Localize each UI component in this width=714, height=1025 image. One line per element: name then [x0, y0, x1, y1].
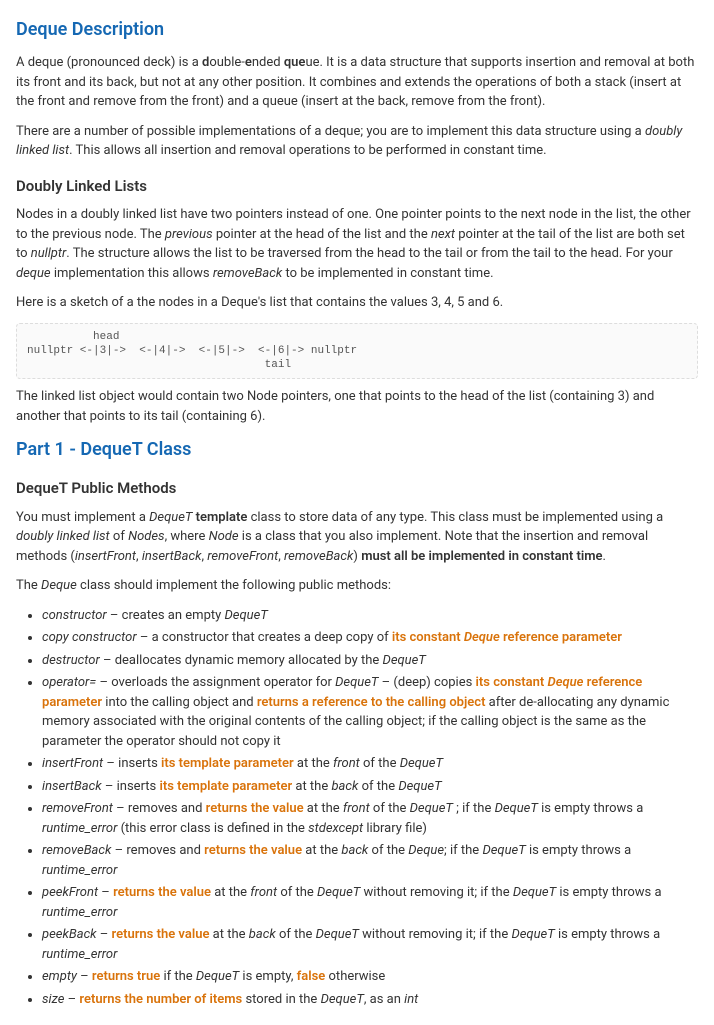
- list-item-peek-back: peekBack – returns the value at the back…: [42, 925, 698, 964]
- list-item-insert-back: insertBack – inserts its template parame…: [42, 777, 698, 797]
- heading-deque-description: Deque Description: [16, 16, 698, 43]
- paragraph-intro: A deque (pronounced deck) is a double-en…: [16, 53, 698, 112]
- heading-part1: Part 1 - DequeT Class: [16, 436, 698, 463]
- ascii-sketch: head nullptr <-|3|-> <-|4|-> <-|5|-> <-|…: [16, 323, 698, 380]
- list-item-peek-front: peekFront – returns the value at the fro…: [42, 883, 698, 922]
- list-item-insert-front: insertFront – inserts its template param…: [42, 754, 698, 774]
- list-item-remove-back: removeBack – removes and returns the val…: [42, 841, 698, 880]
- paragraph-implementations: There are a number of possible implement…: [16, 122, 698, 161]
- methods-list: constructor – creates an empty DequeT co…: [16, 606, 698, 1010]
- heading-doubly-linked-lists: Doubly Linked Lists: [16, 175, 698, 198]
- paragraph-template-class: You must implement a DequeT template cla…: [16, 508, 698, 567]
- list-item-constructor: constructor – creates an empty DequeT: [42, 606, 698, 626]
- list-item-destructor: destructor – deallocates dynamic memory …: [42, 651, 698, 671]
- heading-public-methods: DequeT Public Methods: [16, 477, 698, 500]
- paragraph-sketch-intro: Here is a sketch of a the nodes in a Deq…: [16, 293, 698, 313]
- paragraph-methods-intro: The Deque class should implement the fol…: [16, 576, 698, 596]
- list-item-copy-constructor: copy constructor – a constructor that cr…: [42, 628, 698, 648]
- list-item-size: size – returns the number of items store…: [42, 990, 698, 1010]
- paragraph-dll-nodes: Nodes in a doubly linked list have two p…: [16, 205, 698, 283]
- list-item-remove-front: removeFront – removes and returns the va…: [42, 799, 698, 838]
- list-item-operator-equals: operator= – overloads the assignment ope…: [42, 673, 698, 751]
- paragraph-sketch-explain: The linked list object would contain two…: [16, 387, 698, 426]
- list-item-empty: empty – returns true if the DequeT is em…: [42, 967, 698, 987]
